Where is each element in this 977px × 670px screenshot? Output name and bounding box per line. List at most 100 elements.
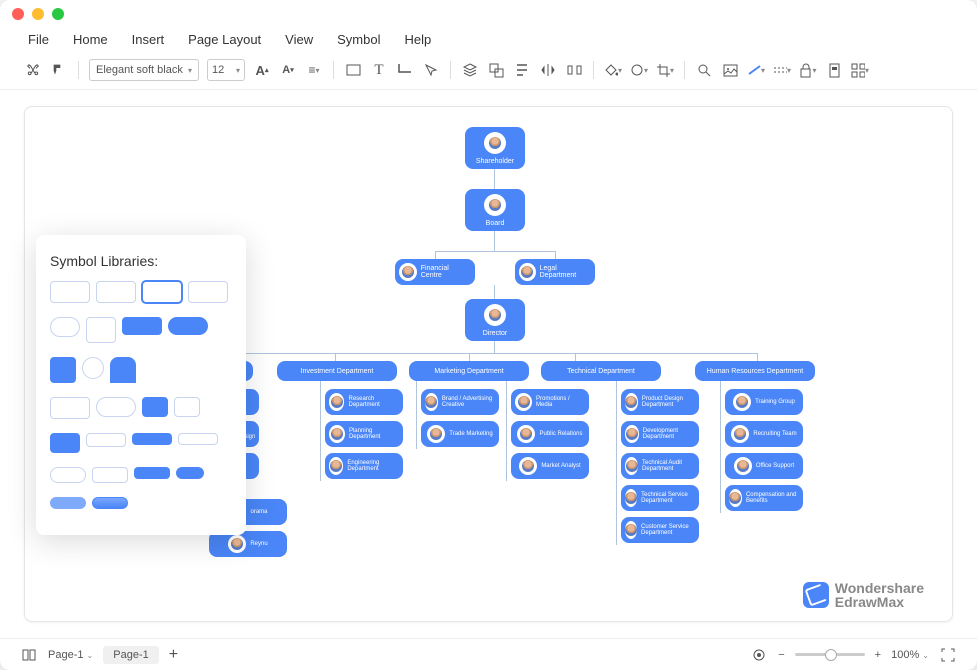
symbol-item[interactable] bbox=[142, 281, 182, 303]
menu-symbol[interactable]: Symbol bbox=[337, 32, 380, 47]
symbol-item[interactable] bbox=[86, 317, 116, 343]
font-size-selector[interactable]: 12▾ bbox=[207, 59, 245, 81]
menu-help[interactable]: Help bbox=[404, 32, 431, 47]
text-icon[interactable]: T bbox=[370, 61, 388, 79]
symbol-item[interactable] bbox=[168, 317, 208, 335]
menu-file[interactable]: File bbox=[28, 32, 49, 47]
lock-icon[interactable]: ▾ bbox=[799, 61, 817, 79]
dash-icon[interactable]: ▾ bbox=[773, 61, 791, 79]
node-research-dept[interactable]: Research Department bbox=[325, 389, 403, 415]
symbol-item[interactable] bbox=[142, 397, 168, 417]
symbol-item[interactable] bbox=[50, 467, 86, 483]
rectangle-icon[interactable] bbox=[344, 61, 362, 79]
node-brand-creative[interactable]: Brand / Advertising Creative bbox=[421, 389, 499, 415]
zoom-level[interactable]: 100% ⌄ bbox=[891, 649, 929, 661]
symbol-item[interactable] bbox=[134, 467, 170, 479]
close-icon[interactable] bbox=[12, 8, 24, 20]
image-icon[interactable] bbox=[721, 61, 739, 79]
fullscreen-icon[interactable] bbox=[939, 646, 957, 664]
node-investment-dept[interactable]: Investment Department bbox=[277, 361, 397, 381]
fill-icon[interactable]: ▾ bbox=[604, 61, 622, 79]
cut-icon[interactable] bbox=[24, 61, 42, 79]
flip-icon[interactable] bbox=[539, 61, 557, 79]
node-shareholder[interactable]: Shareholder bbox=[465, 127, 525, 169]
align-icon[interactable]: ≡▾ bbox=[305, 61, 323, 79]
node-tech-audit[interactable]: Technical Audit Department bbox=[621, 453, 699, 479]
page-selector[interactable]: Page-1 ⌄ bbox=[48, 649, 93, 661]
node-training[interactable]: Training Group bbox=[725, 389, 803, 415]
symbol-item[interactable] bbox=[96, 281, 136, 303]
format-painter-icon[interactable] bbox=[50, 61, 68, 79]
menu-view[interactable]: View bbox=[285, 32, 313, 47]
symbol-item[interactable] bbox=[50, 281, 90, 303]
symbol-item[interactable] bbox=[176, 467, 204, 479]
node-recruiting[interactable]: Recruiting Team bbox=[725, 421, 803, 447]
line-style-icon[interactable]: ▾ bbox=[747, 61, 765, 79]
node-market-analyst[interactable]: Market Analyst bbox=[511, 453, 589, 479]
menu-insert[interactable]: Insert bbox=[132, 32, 165, 47]
symbol-item[interactable] bbox=[50, 433, 80, 453]
symbol-item[interactable] bbox=[50, 497, 86, 509]
page-icon[interactable] bbox=[825, 61, 843, 79]
symbol-item[interactable] bbox=[178, 433, 218, 445]
layers-icon[interactable] bbox=[461, 61, 479, 79]
zoom-out-button[interactable]: − bbox=[778, 649, 784, 661]
symbol-item[interactable] bbox=[96, 397, 136, 417]
node-office-support[interactable]: Office Support bbox=[725, 453, 803, 479]
pointer-icon[interactable] bbox=[422, 61, 440, 79]
symbol-item[interactable] bbox=[86, 433, 126, 447]
node-trade-marketing[interactable]: Trade Marketing bbox=[421, 421, 499, 447]
symbol-item[interactable] bbox=[50, 317, 80, 337]
node-compensation[interactable]: Compensation and Benefits bbox=[725, 485, 803, 511]
symbol-item[interactable] bbox=[82, 357, 104, 379]
symbol-item[interactable] bbox=[188, 281, 228, 303]
node-public-relations[interactable]: Public Relations bbox=[511, 421, 589, 447]
group-icon[interactable] bbox=[487, 61, 505, 79]
node-product-design[interactable]: Product Design Department bbox=[621, 389, 699, 415]
symbol-item[interactable] bbox=[122, 317, 162, 335]
symbol-item[interactable] bbox=[92, 497, 128, 509]
zoom-in-button[interactable]: + bbox=[875, 649, 881, 661]
add-page-button[interactable]: + bbox=[169, 646, 178, 664]
node-customer-service[interactable]: Customer Service Department bbox=[621, 517, 699, 543]
minimize-icon[interactable] bbox=[32, 8, 44, 20]
node-marketing-dept[interactable]: Marketing Department bbox=[409, 361, 529, 381]
node-tech-service[interactable]: Technical Service Department bbox=[621, 485, 699, 511]
search-icon[interactable] bbox=[695, 61, 713, 79]
symbol-item[interactable] bbox=[50, 357, 76, 383]
symbol-item[interactable] bbox=[92, 467, 128, 483]
fit-view-icon[interactable] bbox=[750, 646, 768, 664]
settings-icon[interactable]: ▾ bbox=[851, 61, 869, 79]
node-financial-centre[interactable]: Financial Centre bbox=[395, 259, 475, 285]
align-objects-icon[interactable] bbox=[513, 61, 531, 79]
distribute-icon[interactable] bbox=[565, 61, 583, 79]
node-hr-dept[interactable]: Human Resources Department bbox=[695, 361, 815, 381]
menu-home[interactable]: Home bbox=[73, 32, 108, 47]
symbol-item[interactable] bbox=[132, 433, 172, 445]
maximize-icon[interactable] bbox=[52, 8, 64, 20]
node-technical-dept[interactable]: Technical Department bbox=[541, 361, 661, 381]
page-tab[interactable]: Page-1 bbox=[103, 646, 158, 664]
node-engineering-dept[interactable]: Engineering Department bbox=[325, 453, 403, 479]
font-decrease-icon[interactable]: A▾ bbox=[279, 61, 297, 79]
font-increase-icon[interactable]: A▴ bbox=[253, 61, 271, 79]
symbol-item[interactable] bbox=[50, 397, 90, 419]
symbol-libraries-panel[interactable]: Symbol Libraries: bbox=[36, 235, 246, 535]
zoom-slider[interactable] bbox=[795, 653, 865, 656]
node-planning-dept[interactable]: Planning Department bbox=[325, 421, 403, 447]
shape-icon[interactable]: ▾ bbox=[630, 61, 648, 79]
symbol-item[interactable] bbox=[110, 357, 136, 383]
avatar-icon bbox=[484, 304, 506, 326]
connector-icon[interactable] bbox=[396, 61, 414, 79]
node-board[interactable]: Board bbox=[465, 189, 525, 231]
node-promotions[interactable]: Promotions / Media bbox=[511, 389, 589, 415]
font-selector[interactable]: Elegant soft black▾ bbox=[89, 59, 199, 81]
avatar-icon bbox=[625, 489, 637, 507]
node-development[interactable]: Development Department bbox=[621, 421, 699, 447]
symbol-item[interactable] bbox=[174, 397, 200, 417]
node-director[interactable]: Director bbox=[465, 299, 525, 341]
menu-page-layout[interactable]: Page Layout bbox=[188, 32, 261, 47]
pages-icon[interactable] bbox=[20, 646, 38, 664]
crop-icon[interactable]: ▾ bbox=[656, 61, 674, 79]
node-legal-dept[interactable]: Legal Department bbox=[515, 259, 595, 285]
